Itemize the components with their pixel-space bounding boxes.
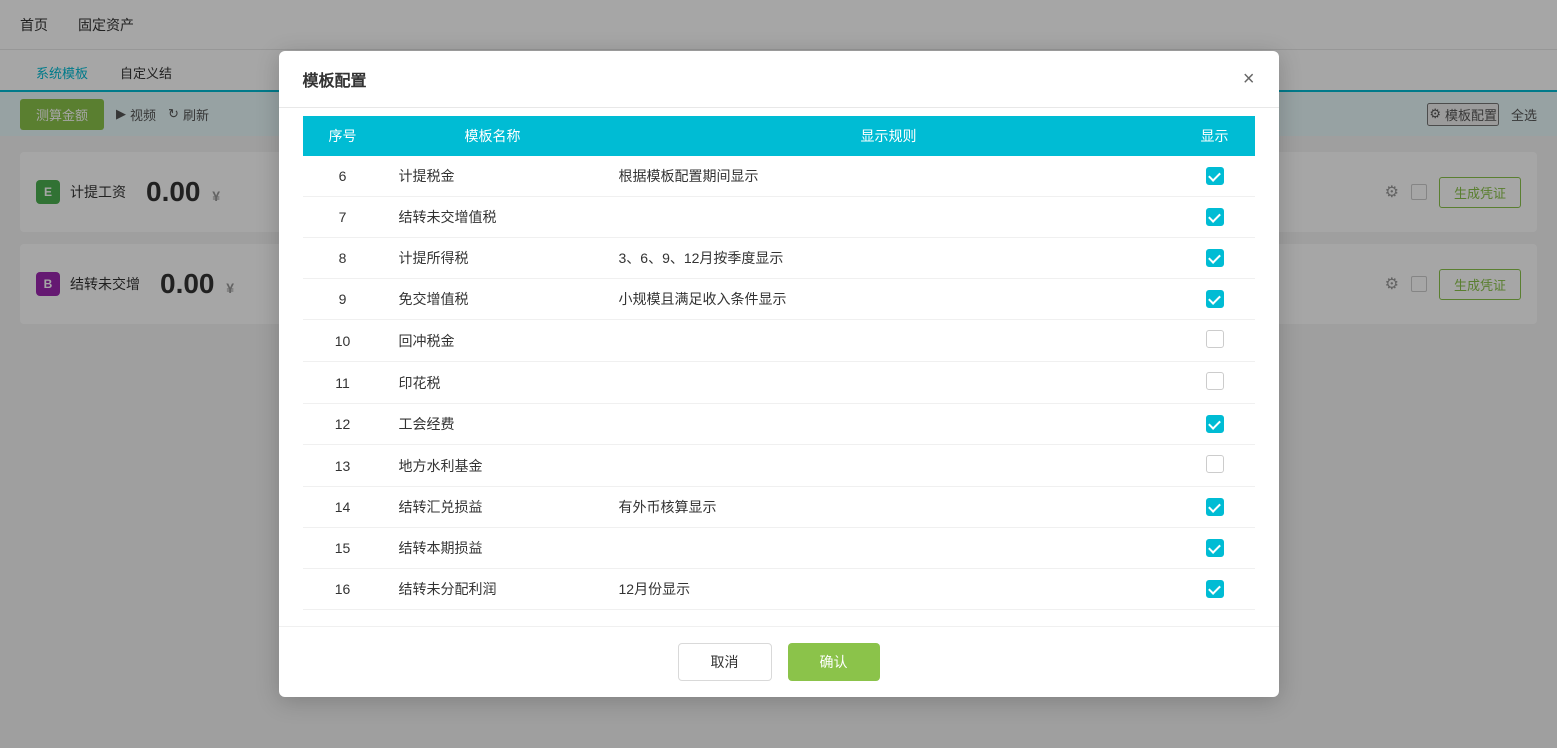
cell-seq: 9 — [303, 279, 383, 320]
cell-seq: 10 — [303, 320, 383, 362]
checkbox-checked[interactable] — [1206, 290, 1224, 308]
cell-rule — [603, 362, 1175, 404]
cell-name: 结转本期损益 — [383, 528, 603, 569]
checkbox-checked[interactable] — [1206, 580, 1224, 598]
col-name: 模板名称 — [383, 116, 603, 156]
cell-seq: 15 — [303, 528, 383, 569]
cell-checkbox — [1175, 156, 1255, 197]
cell-seq: 7 — [303, 197, 383, 238]
cell-seq: 14 — [303, 487, 383, 528]
table-row: 15结转本期损益 — [303, 528, 1255, 569]
cell-seq: 12 — [303, 404, 383, 445]
cell-checkbox — [1175, 362, 1255, 404]
table-row: 6计提税金根据模板配置期间显示 — [303, 156, 1255, 197]
cell-rule: 12月份显示 — [603, 569, 1175, 610]
table-row: 13地方水利基金 — [303, 445, 1255, 487]
cell-checkbox — [1175, 197, 1255, 238]
checkbox-checked[interactable] — [1206, 498, 1224, 516]
table-row: 9免交增值税小规模且满足收入条件显示 — [303, 279, 1255, 320]
cell-seq: 16 — [303, 569, 383, 610]
table-row: 12工会经费 — [303, 404, 1255, 445]
cell-name: 印花税 — [383, 362, 603, 404]
col-rule: 显示规则 — [603, 116, 1175, 156]
cell-seq: 8 — [303, 238, 383, 279]
checkbox-checked[interactable] — [1206, 208, 1224, 226]
checkbox-unchecked[interactable] — [1206, 455, 1224, 473]
cell-name: 免交增值税 — [383, 279, 603, 320]
cell-name: 计提税金 — [383, 156, 603, 197]
cell-checkbox — [1175, 445, 1255, 487]
checkbox-checked[interactable] — [1206, 539, 1224, 557]
cell-seq: 6 — [303, 156, 383, 197]
cell-rule — [603, 197, 1175, 238]
cell-seq: 11 — [303, 362, 383, 404]
cell-name: 回冲税金 — [383, 320, 603, 362]
config-table: 序号 模板名称 显示规则 显示 6计提税金根据模板配置期间显示7结转未交增值税8… — [303, 116, 1255, 610]
cell-name: 工会经费 — [383, 404, 603, 445]
cell-rule: 有外币核算显示 — [603, 487, 1175, 528]
table-row: 7结转未交增值税 — [303, 197, 1255, 238]
template-config-modal: 模板配置 × 序号 模板名称 显示规则 显示 6计提税金根据模板配置期间显示7结… — [279, 51, 1279, 697]
checkbox-checked[interactable] — [1206, 415, 1224, 433]
modal-close-button[interactable]: × — [1243, 68, 1255, 91]
checkbox-checked[interactable] — [1206, 249, 1224, 267]
cell-name: 计提所得税 — [383, 238, 603, 279]
cell-rule — [603, 445, 1175, 487]
cell-name: 结转未分配利润 — [383, 569, 603, 610]
col-seq: 序号 — [303, 116, 383, 156]
cell-rule: 根据模板配置期间显示 — [603, 156, 1175, 197]
cell-checkbox — [1175, 487, 1255, 528]
cell-checkbox — [1175, 528, 1255, 569]
cell-checkbox — [1175, 404, 1255, 445]
table-row: 8计提所得税3、6、9、12月按季度显示 — [303, 238, 1255, 279]
table-header: 序号 模板名称 显示规则 显示 — [303, 116, 1255, 156]
cell-name: 地方水利基金 — [383, 445, 603, 487]
modal-header: 模板配置 × — [279, 51, 1279, 108]
col-display: 显示 — [1175, 116, 1255, 156]
cell-rule — [603, 528, 1175, 569]
table-body: 6计提税金根据模板配置期间显示7结转未交增值税8计提所得税3、6、9、12月按季… — [303, 156, 1255, 610]
table-row: 10回冲税金 — [303, 320, 1255, 362]
confirm-button[interactable]: 确认 — [788, 643, 880, 681]
table-row: 14结转汇兑损益有外币核算显示 — [303, 487, 1255, 528]
cell-rule — [603, 404, 1175, 445]
cell-name: 结转汇兑损益 — [383, 487, 603, 528]
cell-rule — [603, 320, 1175, 362]
modal-body: 序号 模板名称 显示规则 显示 6计提税金根据模板配置期间显示7结转未交增值税8… — [279, 108, 1279, 626]
cell-checkbox — [1175, 569, 1255, 610]
cell-checkbox — [1175, 320, 1255, 362]
modal-title: 模板配置 — [303, 67, 367, 91]
cancel-button[interactable]: 取消 — [678, 643, 772, 681]
checkbox-unchecked[interactable] — [1206, 372, 1224, 390]
checkbox-unchecked[interactable] — [1206, 330, 1224, 348]
table-row: 11印花税 — [303, 362, 1255, 404]
modal-footer: 取消 确认 — [279, 626, 1279, 697]
table-row: 16结转未分配利润12月份显示 — [303, 569, 1255, 610]
cell-name: 结转未交增值税 — [383, 197, 603, 238]
checkbox-checked[interactable] — [1206, 167, 1224, 185]
modal-overlay: 模板配置 × 序号 模板名称 显示规则 显示 6计提税金根据模板配置期间显示7结… — [0, 0, 1557, 748]
cell-seq: 13 — [303, 445, 383, 487]
cell-checkbox — [1175, 238, 1255, 279]
cell-checkbox — [1175, 279, 1255, 320]
cell-rule: 小规模且满足收入条件显示 — [603, 279, 1175, 320]
cell-rule: 3、6、9、12月按季度显示 — [603, 238, 1175, 279]
